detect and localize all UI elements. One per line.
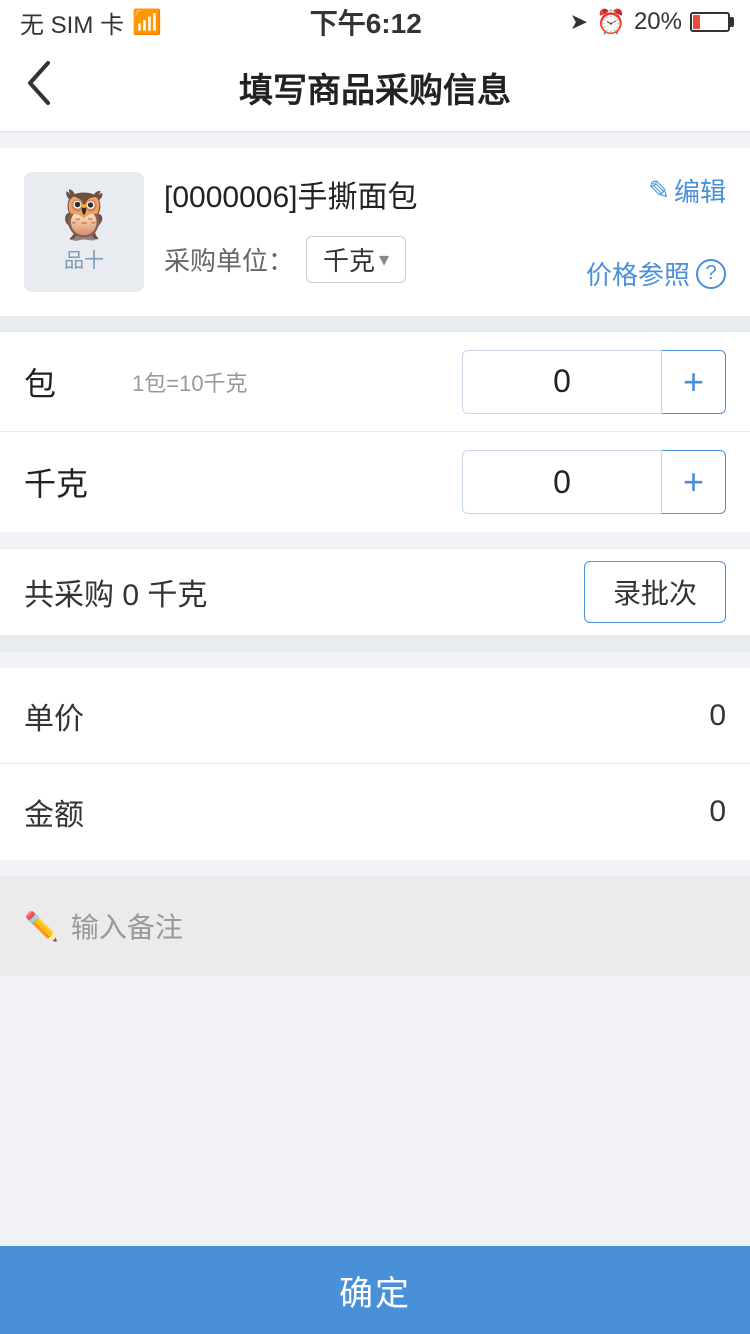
back-button[interactable] (24, 59, 52, 116)
amount-label: 金额 (24, 790, 84, 834)
page-title: 填写商品采购信息 (239, 63, 511, 112)
bao-input[interactable] (462, 350, 662, 414)
wifi-icon: 📶 (132, 8, 162, 37)
price-ref-label: 价格参照 (586, 255, 690, 292)
bao-plus-button[interactable]: + (662, 350, 726, 414)
product-card: 🦉 品十 [0000006]手撕面包 采购单位： 千克 ▾ ✎ 编辑 价格参照 … (0, 148, 750, 316)
unit-price-value: 0 (709, 699, 726, 733)
edit-label: 编辑 (674, 172, 726, 209)
amount-row: 金额 0 (0, 764, 750, 860)
unit-value: 千克 (323, 241, 375, 278)
location-icon: ➤ (570, 9, 588, 35)
kg-input[interactable] (462, 450, 662, 514)
carrier-text: 无 SIM 卡 (20, 5, 124, 40)
quantity-row-kg: 千克 + (0, 432, 750, 532)
battery-percent: 20% (634, 8, 682, 36)
price-ref-link[interactable]: 价格参照 ? (586, 255, 726, 292)
bao-label: 包 (24, 359, 124, 405)
edit-icon: ✎ (648, 175, 670, 206)
note-placeholder: 输入备注 (71, 906, 183, 946)
kg-input-area: + (124, 450, 726, 514)
status-time: 下午6:12 (310, 2, 422, 42)
bao-sub-label: 1包=10千克 (132, 366, 248, 398)
unit-price-row: 单价 0 (0, 668, 750, 764)
status-right: ➤ ⏰ 20% (570, 8, 730, 37)
product-thumbnail-icon: 🦉 (54, 192, 114, 240)
unit-label: 采购单位： (164, 241, 294, 278)
unit-select[interactable]: 千克 ▾ (306, 236, 406, 283)
quantity-section: 包 1包=10千克 + 千克 + (0, 332, 750, 532)
nav-bar: 填写商品采购信息 (0, 44, 750, 132)
product-image: 🦉 品十 (24, 172, 144, 292)
amount-value: 0 (709, 795, 726, 829)
status-left: 无 SIM 卡 📶 (20, 5, 162, 40)
kg-plus-button[interactable]: + (662, 450, 726, 514)
summary-row: 共采购 0 千克 录批次 (0, 548, 750, 636)
note-pencil-icon: ✏️ (24, 910, 59, 943)
product-name: [0000006]手撕面包 (164, 172, 726, 216)
separator-1 (0, 316, 750, 332)
edit-link[interactable]: ✎ 编辑 (648, 172, 726, 209)
batch-button[interactable]: 录批次 (584, 561, 726, 623)
price-section: 单价 0 金额 0 (0, 668, 750, 860)
note-section[interactable]: ✏️ 输入备注 (0, 876, 750, 976)
brand-text: 品十 (64, 244, 104, 273)
kg-label: 千克 (24, 459, 124, 505)
summary-text: 共采购 0 千克 (24, 570, 207, 614)
confirm-button[interactable]: 确定 (339, 1266, 411, 1315)
bao-input-area: + (248, 350, 726, 414)
status-bar: 无 SIM 卡 📶 下午6:12 ➤ ⏰ 20% (0, 0, 750, 44)
help-icon: ? (696, 259, 726, 289)
unit-price-label: 单价 (24, 694, 84, 738)
alarm-icon: ⏰ (596, 8, 626, 37)
battery-icon (690, 12, 730, 32)
quantity-row-bao: 包 1包=10千克 + (0, 332, 750, 432)
separator-2 (0, 636, 750, 652)
confirm-button-wrap: 确定 (0, 1246, 750, 1334)
chevron-down-icon: ▾ (379, 247, 389, 272)
